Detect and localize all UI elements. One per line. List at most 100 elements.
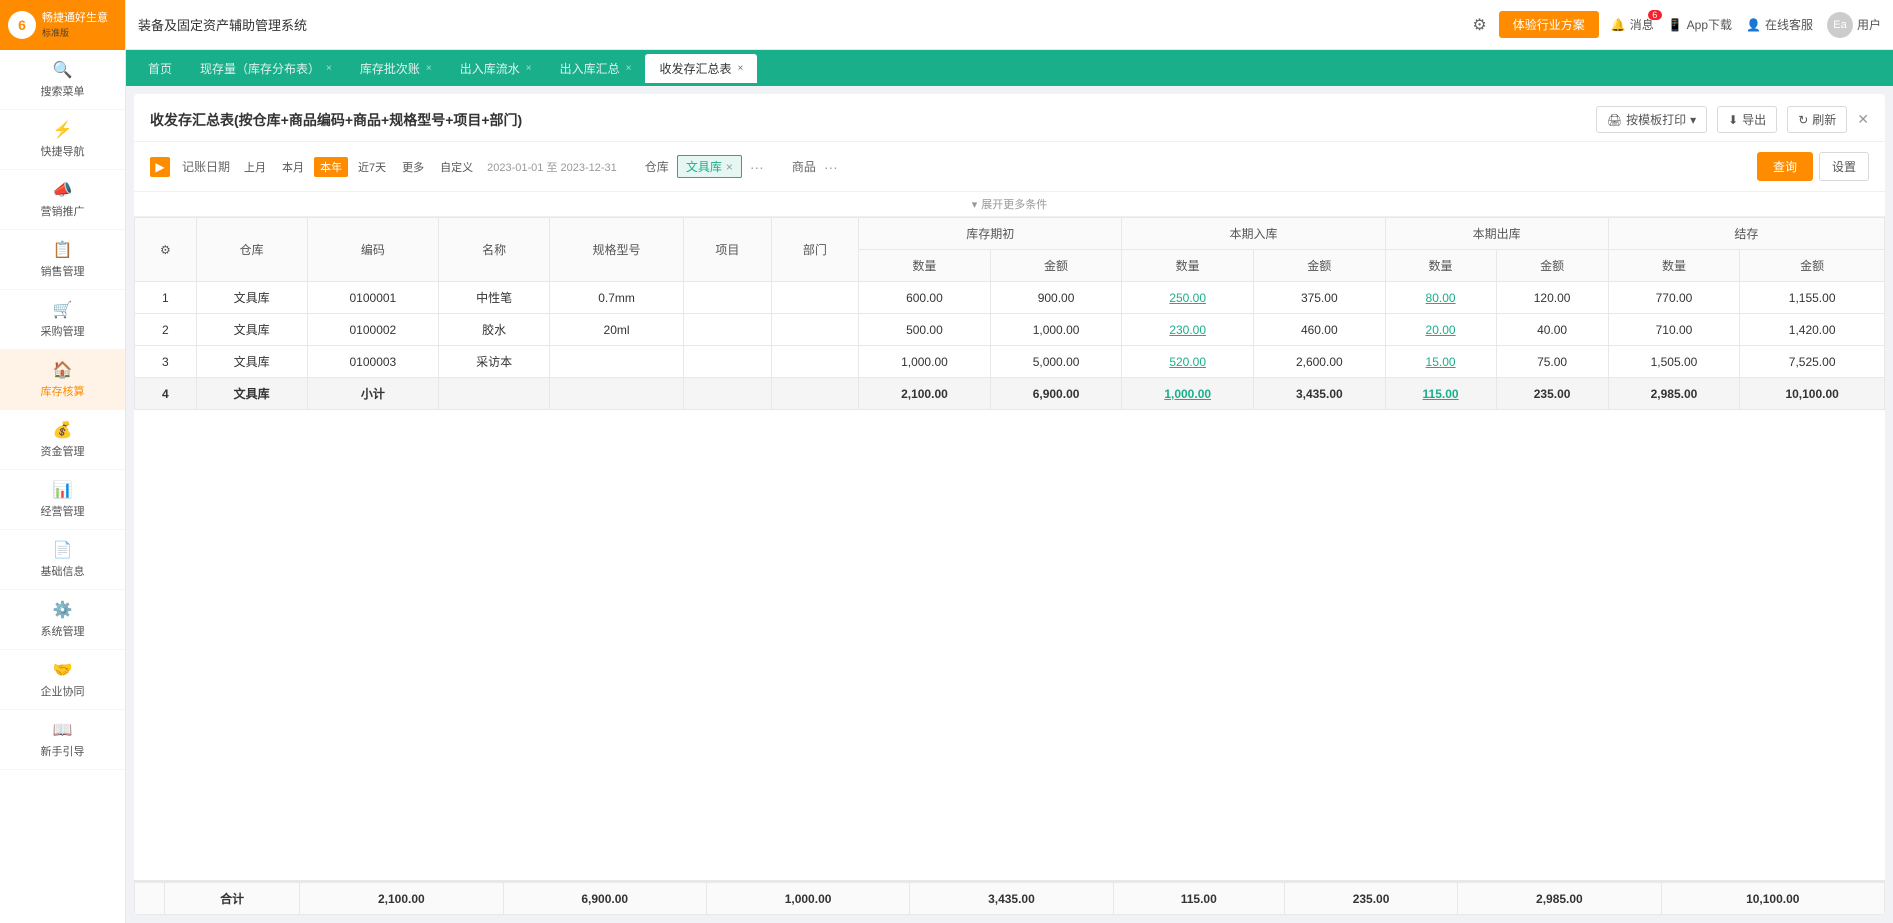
sidebar-item-finance[interactable]: 💰 资金管理 <box>0 410 125 470</box>
sidebar-item-guide[interactable]: 📖 新手引导 <box>0 710 125 770</box>
tab-recv-summary[interactable]: 收发存汇总表 × <box>645 54 757 83</box>
user-menu[interactable]: Ea 用户 <box>1827 12 1881 38</box>
filter-expand-btn[interactable]: ▶ <box>150 157 170 177</box>
date-btn-last-month[interactable]: 上月 <box>238 157 272 177</box>
purchase-icon: 🛒 <box>53 300 73 320</box>
tab-close-icon[interactable]: × <box>626 63 632 74</box>
app-download-btn[interactable]: 📱 App下载 <box>1668 16 1732 33</box>
main-area: 装备及固定资产辅助管理系统 ⚙ 体验行业方案 🔔 消息 6 📱 App下载 👤 … <box>126 0 1893 923</box>
warehouse-tag: 文具库 × <box>677 155 742 178</box>
row-department <box>771 346 859 378</box>
sidebar-item-purchase[interactable]: 🛒 采购管理 <box>0 290 125 350</box>
subtotal-in-qty[interactable]: 1,000.00 <box>1122 378 1254 410</box>
tab-inout-summary-label: 出入库汇总 <box>560 60 620 77</box>
export-btn[interactable]: ⬇ 导出 <box>1717 106 1777 133</box>
total-balance-qty: 2,985.00 <box>1458 883 1661 915</box>
service-icon: 👤 <box>1746 18 1761 32</box>
basic-icon: 📄 <box>53 540 73 560</box>
subtotal-out-qty[interactable]: 115.00 <box>1385 378 1496 410</box>
quick-icon: ⚡ <box>53 120 73 140</box>
sidebar-item-search[interactable]: 🔍 搜索菜单 <box>0 50 125 110</box>
refresh-btn[interactable]: ↻ 刷新 <box>1787 106 1847 133</box>
row-in-qty[interactable]: 230.00 <box>1122 314 1254 346</box>
total-opening-qty: 2,100.00 <box>300 883 503 915</box>
row-in-qty[interactable]: 520.00 <box>1122 346 1254 378</box>
th-product-spec: 规格型号 <box>549 218 683 282</box>
tab-close-icon[interactable]: × <box>526 63 532 74</box>
date-btn-this-year[interactable]: 本年 <box>314 157 348 177</box>
product-more-btn[interactable]: ··· <box>824 159 838 175</box>
close-page-btn[interactable]: ✕ <box>1857 111 1869 128</box>
sidebar-item-label: 快捷导航 <box>41 143 85 159</box>
settings-icon[interactable]: ⚙ <box>1472 15 1486 35</box>
tab-home[interactable]: 首页 <box>134 54 186 83</box>
warehouse-tag-close[interactable]: × <box>726 160 733 174</box>
date-btn-custom[interactable]: 自定义 <box>434 157 479 177</box>
inventory-icon: 🏠 <box>53 360 73 380</box>
sidebar-item-sales[interactable]: 📋 销售管理 <box>0 230 125 290</box>
tab-inout-flow[interactable]: 出入库流水 × <box>446 54 546 83</box>
sidebar-item-system[interactable]: ⚙️ 系统管理 <box>0 590 125 650</box>
sidebar-item-marketing[interactable]: 📣 营销推广 <box>0 170 125 230</box>
bell-icon: 🔔 <box>1611 18 1626 32</box>
date-btn-more[interactable]: 更多 <box>396 157 430 177</box>
th-out-amount: 金额 <box>1496 250 1608 282</box>
sidebar-menu: 🔍 搜索菜单 ⚡ 快捷导航 📣 营销推广 📋 销售管理 🛒 采购管理 🏠 库存核… <box>0 50 125 923</box>
print-icon: 🖨 <box>1607 113 1622 127</box>
date-range-display: 2023-01-01 至 2023-12-31 <box>487 159 617 175</box>
tab-close-icon[interactable]: × <box>426 63 432 74</box>
total-out-qty: 115.00 <box>1113 883 1284 915</box>
tab-inout-summary[interactable]: 出入库汇总 × <box>546 54 646 83</box>
notification-btn[interactable]: 🔔 消息 6 <box>1611 16 1654 33</box>
corp-icon: 🤝 <box>53 660 73 680</box>
date-btn-7days[interactable]: 近7天 <box>352 157 392 177</box>
row-product-code: 0100001 <box>307 282 439 314</box>
total-out-amount: 235.00 <box>1284 883 1457 915</box>
print-btn[interactable]: 🖨 按模板打印 ▾ <box>1596 106 1707 133</box>
query-btn[interactable]: 查询 <box>1757 152 1813 181</box>
phone-icon: 📱 <box>1668 18 1683 32</box>
subtotal-row: 4 文具库 小计 2,100.00 6,900.00 1,000.00 3,43… <box>135 378 1885 410</box>
warehouse-more-btn[interactable]: ··· <box>750 159 764 175</box>
try-btn[interactable]: 体验行业方案 <box>1499 11 1599 38</box>
expand-conditions-btn[interactable]: ▾ 展开更多条件 <box>972 196 1048 212</box>
subtotal-warehouse: 文具库 <box>196 378 307 410</box>
row-balance-qty: 710.00 <box>1608 314 1740 346</box>
refresh-icon: ↻ <box>1798 113 1808 127</box>
row-in-amount: 460.00 <box>1254 314 1386 346</box>
sidebar: 6 畅捷通好生意 标准版 🔍 搜索菜单 ⚡ 快捷导航 📣 营销推广 📋 销售管理… <box>0 0 126 923</box>
sidebar-item-label: 系统管理 <box>41 623 85 639</box>
row-product-code: 0100002 <box>307 314 439 346</box>
sidebar-item-label: 营销推广 <box>41 203 85 219</box>
date-btn-this-month[interactable]: 本月 <box>276 157 310 177</box>
row-out-qty[interactable]: 15.00 <box>1385 346 1496 378</box>
th-settings[interactable]: ⚙ <box>135 218 197 282</box>
th-product-name: 名称 <box>439 218 550 282</box>
tab-close-icon[interactable]: × <box>737 63 743 74</box>
row-product-code: 0100003 <box>307 346 439 378</box>
sidebar-item-inventory[interactable]: 🏠 库存核算 <box>0 350 125 410</box>
subtotal-in-amount: 3,435.00 <box>1254 378 1386 410</box>
tab-stock-dist[interactable]: 现存量（库存分布表） × <box>186 54 346 83</box>
tab-batch[interactable]: 库存批次账 × <box>346 54 446 83</box>
sidebar-item-operations[interactable]: 📊 经营管理 <box>0 470 125 530</box>
tab-close-icon[interactable]: × <box>326 63 332 74</box>
total-opening-amount: 6,900.00 <box>503 883 706 915</box>
finance-icon: 💰 <box>53 420 73 440</box>
username-label: 用户 <box>1857 16 1881 33</box>
sidebar-item-basic[interactable]: 📄 基础信息 <box>0 530 125 590</box>
row-out-qty[interactable]: 80.00 <box>1385 282 1496 314</box>
sidebar-item-corp[interactable]: 🤝 企业协同 <box>0 650 125 710</box>
row-in-qty[interactable]: 250.00 <box>1122 282 1254 314</box>
row-out-amount: 120.00 <box>1496 282 1608 314</box>
total-empty1 <box>135 883 165 915</box>
setting-btn[interactable]: 设置 <box>1819 152 1869 181</box>
th-product-code: 编码 <box>307 218 439 282</box>
online-service-btn[interactable]: 👤 在线客服 <box>1746 16 1813 33</box>
date-filter-buttons: 上月 本月 本年 近7天 更多 自定义 <box>238 157 479 177</box>
sidebar-item-quick[interactable]: ⚡ 快捷导航 <box>0 110 125 170</box>
row-warehouse: 文具库 <box>196 282 307 314</box>
th-opening-qty: 数量 <box>859 250 991 282</box>
row-out-qty[interactable]: 20.00 <box>1385 314 1496 346</box>
row-in-amount: 375.00 <box>1254 282 1386 314</box>
